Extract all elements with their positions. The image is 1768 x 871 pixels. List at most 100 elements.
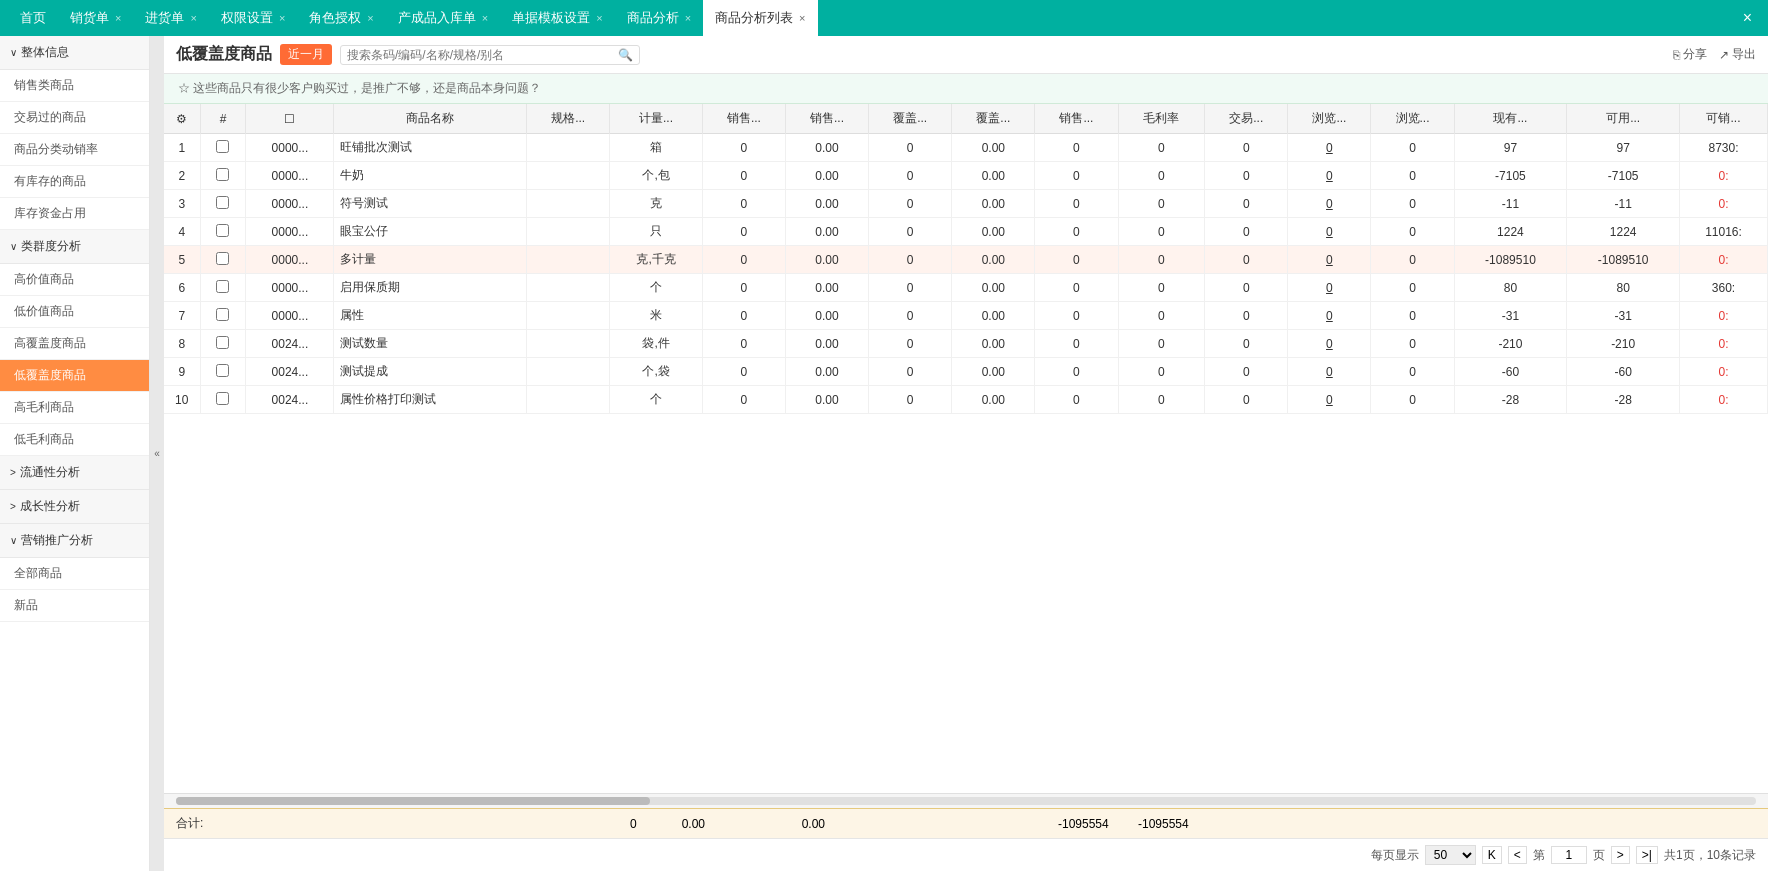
row-checkbox[interactable] <box>200 302 246 330</box>
browse1-link[interactable]: 0 <box>1326 225 1333 239</box>
first-page-button[interactable]: K <box>1482 846 1502 864</box>
nav-item-首页[interactable]: 首页 <box>8 0 58 36</box>
nav-close-icon[interactable]: × <box>685 0 691 36</box>
col-header-14[interactable]: 浏览... <box>1371 104 1454 134</box>
col-header-6[interactable]: 销售... <box>702 104 785 134</box>
col-header-0[interactable]: ⚙ <box>164 104 200 134</box>
sidebar-item-库存资金占用[interactable]: 库存资金占用 <box>0 198 149 230</box>
nav-item-商品分析[interactable]: 商品分析× <box>615 0 703 36</box>
browse1-link[interactable]: 0 <box>1326 309 1333 323</box>
nav-item-商品分析列表[interactable]: 商品分析列表× <box>703 0 817 36</box>
row-select-checkbox[interactable] <box>216 280 229 293</box>
nav-close-icon[interactable]: × <box>482 0 488 36</box>
col-header-9[interactable]: 覆盖... <box>952 104 1035 134</box>
browse1-link[interactable]: 0 <box>1326 365 1333 379</box>
sidebar-item-高覆盖度商品[interactable]: 高覆盖度商品 <box>0 328 149 360</box>
nav-close-icon[interactable]: × <box>115 0 121 36</box>
col-header-4[interactable]: 规格... <box>527 104 610 134</box>
col-header-7[interactable]: 销售... <box>785 104 868 134</box>
browse1-link[interactable]: 0 <box>1326 253 1333 267</box>
row-select-checkbox[interactable] <box>216 252 229 265</box>
search-icon[interactable]: 🔍 <box>618 48 633 62</box>
sidebar-item-商品分类动销率[interactable]: 商品分类动销率 <box>0 134 149 166</box>
nav-item-角色授权[interactable]: 角色授权× <box>297 0 385 36</box>
sidebar-item-低毛利商品[interactable]: 低毛利商品 <box>0 424 149 456</box>
row-checkbox[interactable] <box>200 386 246 414</box>
browse1-link[interactable]: 0 <box>1326 141 1333 155</box>
window-close-button[interactable]: × <box>1735 9 1760 27</box>
col-header-17[interactable]: 可销... <box>1679 104 1767 134</box>
sidebar-section-流通性分析[interactable]: >流通性分析 <box>0 456 149 490</box>
row-checkbox[interactable] <box>200 246 246 274</box>
row-select-checkbox[interactable] <box>216 336 229 349</box>
sidebar-section-类群度分析[interactable]: ∨类群度分析 <box>0 230 149 264</box>
data-table-container[interactable]: ⚙#☐商品名称规格...计量...销售...销售...覆盖...覆盖...销售.… <box>164 104 1768 793</box>
sidebar-section-营销推广分析[interactable]: ∨营销推广分析 <box>0 524 149 558</box>
sidebar-item-销售类商品[interactable]: 销售类商品 <box>0 70 149 102</box>
col-header-10[interactable]: 销售... <box>1035 104 1118 134</box>
col-header-2[interactable]: ☐ <box>246 104 334 134</box>
col-header-15[interactable]: 现有... <box>1454 104 1567 134</box>
col-header-16[interactable]: 可用... <box>1567 104 1680 134</box>
sidebar-item-全部商品[interactable]: 全部商品 <box>0 558 149 590</box>
sidebar-item-低价值商品[interactable]: 低价值商品 <box>0 296 149 328</box>
nav-close-icon[interactable]: × <box>190 0 196 36</box>
sidebar-section-整体信息[interactable]: ∨整体信息 <box>0 36 149 70</box>
row-checkbox[interactable] <box>200 218 246 246</box>
row-select-checkbox[interactable] <box>216 140 229 153</box>
search-input[interactable] <box>347 48 618 62</box>
row-browse1[interactable]: 0 <box>1288 386 1371 414</box>
col-header-checkbox[interactable]: ☐ <box>284 112 295 126</box>
page-size-select[interactable]: 50 100 200 <box>1425 845 1476 865</box>
col-header-12[interactable]: 交易... <box>1205 104 1288 134</box>
scrollbar-thumb[interactable] <box>176 797 650 805</box>
nav-close-icon[interactable]: × <box>799 0 805 36</box>
nav-item-单据模板设置[interactable]: 单据模板设置× <box>500 0 614 36</box>
col-header-1[interactable]: # <box>200 104 246 134</box>
sidebar-item-高价值商品[interactable]: 高价值商品 <box>0 264 149 296</box>
page-number-input[interactable] <box>1551 846 1587 864</box>
row-browse1[interactable]: 0 <box>1288 274 1371 302</box>
col-header-3[interactable]: 商品名称 <box>334 104 527 134</box>
browse1-link[interactable]: 0 <box>1326 169 1333 183</box>
col-header-11[interactable]: 毛利率 <box>1118 104 1205 134</box>
browse1-link[interactable]: 0 <box>1326 393 1333 407</box>
row-select-checkbox[interactable] <box>216 392 229 405</box>
settings-icon[interactable]: ⚙ <box>176 112 187 126</box>
row-checkbox[interactable] <box>200 190 246 218</box>
period-button[interactable]: 近一月 <box>280 44 332 65</box>
sidebar-item-交易过的商品[interactable]: 交易过的商品 <box>0 102 149 134</box>
browse1-link[interactable]: 0 <box>1326 281 1333 295</box>
col-header-13[interactable]: 浏览... <box>1288 104 1371 134</box>
horizontal-scrollbar[interactable] <box>164 793 1768 808</box>
row-browse1[interactable]: 0 <box>1288 330 1371 358</box>
export-button[interactable]: ↗ 导出 <box>1719 46 1756 63</box>
nav-close-icon[interactable]: × <box>279 0 285 36</box>
nav-close-icon[interactable]: × <box>596 0 602 36</box>
row-select-checkbox[interactable] <box>216 196 229 209</box>
nav-close-icon[interactable]: × <box>367 0 373 36</box>
sidebar-item-有库存的商品[interactable]: 有库存的商品 <box>0 166 149 198</box>
nav-item-销货单[interactable]: 销货单× <box>58 0 133 36</box>
row-browse1[interactable]: 0 <box>1288 358 1371 386</box>
row-checkbox[interactable] <box>200 358 246 386</box>
share-button[interactable]: ⎘ 分享 <box>1673 46 1707 63</box>
nav-item-权限设置[interactable]: 权限设置× <box>209 0 297 36</box>
nav-item-产成品入库单[interactable]: 产成品入库单× <box>386 0 500 36</box>
row-checkbox[interactable] <box>200 274 246 302</box>
row-select-checkbox[interactable] <box>216 224 229 237</box>
browse1-link[interactable]: 0 <box>1326 337 1333 351</box>
sidebar-item-新品[interactable]: 新品 <box>0 590 149 622</box>
sidebar-section-成长性分析[interactable]: >成长性分析 <box>0 490 149 524</box>
row-browse1[interactable]: 0 <box>1288 190 1371 218</box>
row-browse1[interactable]: 0 <box>1288 218 1371 246</box>
nav-item-进货单[interactable]: 进货单× <box>133 0 208 36</box>
next-page-button[interactable]: > <box>1611 846 1630 864</box>
row-browse1[interactable]: 0 <box>1288 134 1371 162</box>
row-checkbox[interactable] <box>200 134 246 162</box>
row-checkbox[interactable] <box>200 330 246 358</box>
browse1-link[interactable]: 0 <box>1326 197 1333 211</box>
row-select-checkbox[interactable] <box>216 168 229 181</box>
prev-page-button[interactable]: < <box>1508 846 1527 864</box>
row-checkbox[interactable] <box>200 162 246 190</box>
